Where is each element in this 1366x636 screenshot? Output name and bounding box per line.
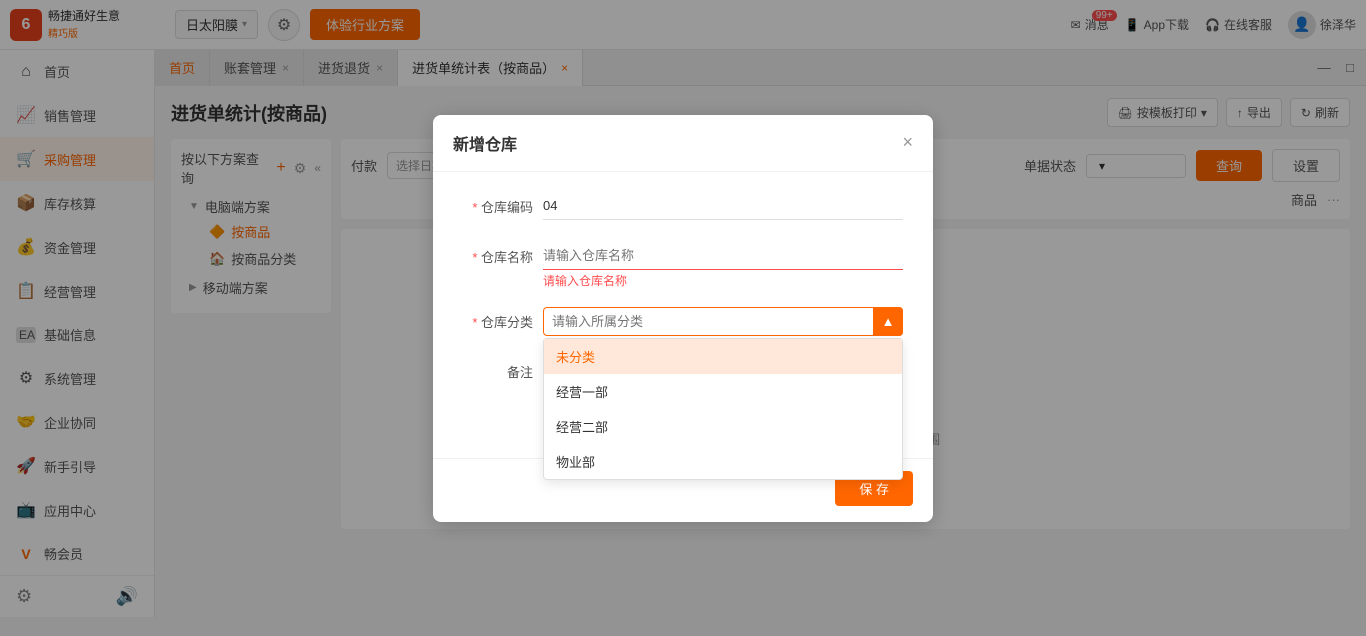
category-control: ▲ 未分类 经营一部 经营二部 物业部 [543, 307, 903, 336]
name-label: 仓库名称 [463, 242, 543, 274]
modal-overlay: 新增仓库 × 仓库编码 仓库名称 请输入仓库名称 仓库分类 [0, 0, 1366, 636]
category-arrow-button[interactable]: ▲ [873, 307, 903, 336]
category-dropdown: 未分类 经营一部 经营二部 物业部 [543, 338, 903, 480]
dropdown-item-ops2[interactable]: 经营二部 [544, 409, 902, 444]
name-control: 请输入仓库名称 [543, 242, 903, 289]
name-field-row: 仓库名称 请输入仓库名称 [463, 242, 903, 289]
arrow-up-icon: ▲ [882, 314, 895, 329]
name-error-msg: 请输入仓库名称 [543, 272, 903, 289]
code-field-row: 仓库编码 [463, 192, 903, 224]
modal-close-button[interactable]: × [902, 132, 913, 153]
dropdown-item-uncategorized[interactable]: 未分类 [544, 339, 902, 374]
category-label: 仓库分类 [463, 307, 543, 339]
modal-body: 仓库编码 仓库名称 请输入仓库名称 仓库分类 ▲ [433, 172, 933, 458]
code-input[interactable] [543, 192, 903, 220]
name-input[interactable] [543, 242, 903, 270]
category-input[interactable] [543, 307, 903, 336]
note-label: 备注 [463, 357, 543, 389]
dropdown-item-property[interactable]: 物业部 [544, 444, 902, 479]
category-field-row: 仓库分类 ▲ 未分类 经营一部 经营二部 物业部 [463, 307, 903, 339]
new-warehouse-modal: 新增仓库 × 仓库编码 仓库名称 请输入仓库名称 仓库分类 [433, 115, 933, 522]
code-label: 仓库编码 [463, 192, 543, 224]
modal-title: 新增仓库 [453, 131, 517, 155]
modal-header: 新增仓库 × [433, 115, 933, 172]
code-control [543, 192, 903, 220]
dropdown-item-ops1[interactable]: 经营一部 [544, 374, 902, 409]
